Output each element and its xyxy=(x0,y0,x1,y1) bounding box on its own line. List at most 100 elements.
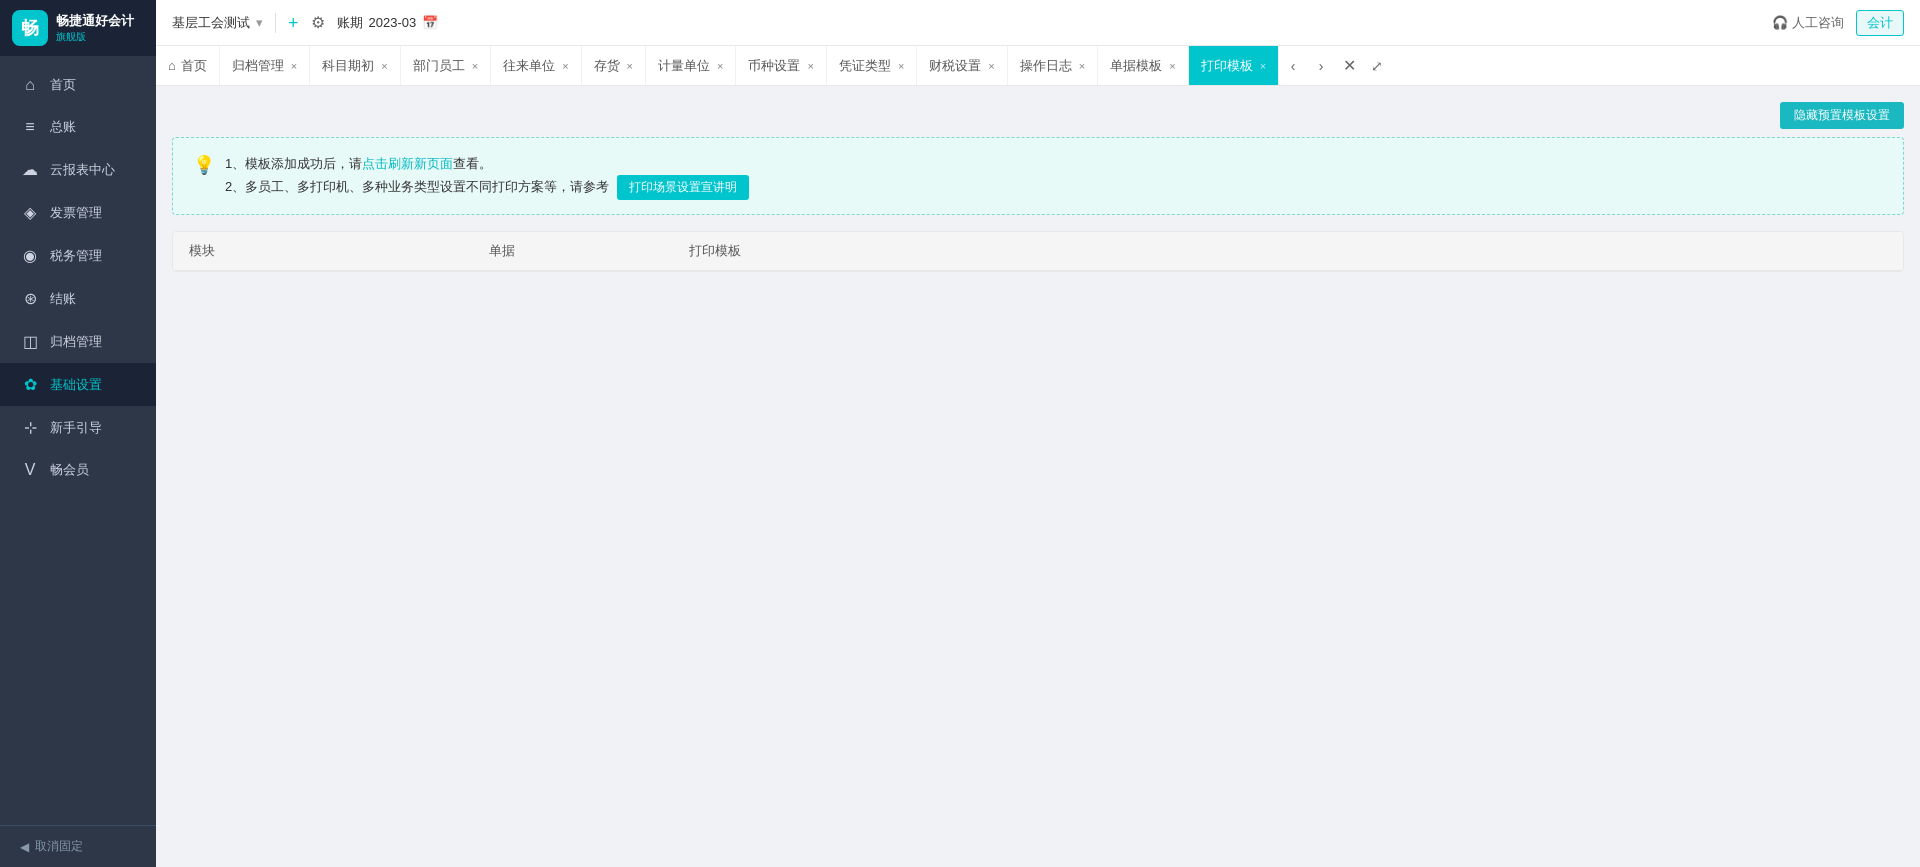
tab-close-slip-template[interactable]: × xyxy=(1169,60,1175,72)
tab-expand-button[interactable]: ⤢ xyxy=(1363,46,1391,85)
sidebar-item-reports[interactable]: ☁ 云报表中心 xyxy=(0,148,156,191)
tab-close-department[interactable]: × xyxy=(472,60,478,72)
hide-preset-button[interactable]: 隐藏预置模板设置 xyxy=(1780,102,1904,129)
tab-label-home: 首页 xyxy=(181,57,207,75)
unpin-label: 取消固定 xyxy=(35,838,83,855)
tab-label-tax-settings: 财税设置 xyxy=(929,57,981,75)
tab-close-print-template[interactable]: × xyxy=(1260,60,1266,72)
sidebar-item-home[interactable]: ⌂ 首页 xyxy=(0,64,156,106)
column-module: 模块 xyxy=(173,242,473,260)
sidebar: 畅 畅捷通好会计 旗舰版 ⌂ 首页 ≡ 总账 ☁ 云报表中心 ◈ 发票管理 ◉ … xyxy=(0,0,156,867)
nav-label-close: 结账 xyxy=(50,290,76,308)
nav-icon-member: V xyxy=(20,461,40,479)
company-selector[interactable]: 基层工会测试 ▾ xyxy=(172,14,263,32)
company-name: 基层工会测试 xyxy=(172,14,250,32)
banner-line1: 1、模板添加成功后，请点击刷新新页面查看。 xyxy=(225,152,1883,175)
tab-close-tax-settings[interactable]: × xyxy=(988,60,994,72)
tab-voucher-type[interactable]: 凭证类型× xyxy=(827,46,917,85)
nav-label-invoice: 发票管理 xyxy=(50,204,102,222)
nav-label-member: 畅会员 xyxy=(50,461,89,479)
nav-icon-settings: ✿ xyxy=(20,375,40,394)
tab-inventory[interactable]: 存货 × xyxy=(582,46,646,85)
table-header: 模块 单据 打印模板 xyxy=(173,232,1903,271)
headset-icon: 🎧 xyxy=(1772,15,1788,30)
nav-label-home: 首页 xyxy=(50,76,76,94)
unpin-button[interactable]: ◀ 取消固定 xyxy=(0,825,156,867)
logo-icon: 畅 xyxy=(12,10,48,46)
tab-close-counter-party[interactable]: × xyxy=(562,60,568,72)
print-scene-button[interactable]: 打印场景设置宣讲明 xyxy=(617,175,749,200)
tab-department[interactable]: 部门员工× xyxy=(401,46,491,85)
customer-service-button[interactable]: 🎧 人工咨询 xyxy=(1772,14,1844,32)
tab-close-op-log[interactable]: × xyxy=(1079,60,1085,72)
period-value: 2023-03 xyxy=(369,15,417,30)
tab-label-slip-template: 单据模板 xyxy=(1110,57,1162,75)
logo-subtitle: 旗舰版 xyxy=(56,30,134,44)
nav-icon-tax: ◉ xyxy=(20,246,40,265)
column-template: 打印模板 xyxy=(673,242,1903,260)
tab-scroll-right-button[interactable]: › xyxy=(1307,46,1335,85)
tab-archive-mgr[interactable]: 归档管理 × xyxy=(220,46,310,85)
tab-counter-party[interactable]: 往来单位× xyxy=(491,46,581,85)
sidebar-item-tax[interactable]: ◉ 税务管理 xyxy=(0,234,156,277)
sidebar-item-close[interactable]: ⊛ 结账 xyxy=(0,277,156,320)
tab-op-log[interactable]: 操作日志 × xyxy=(1008,46,1098,85)
nav-icon-reports: ☁ xyxy=(20,160,40,179)
bulb-icon: 💡 xyxy=(193,154,215,176)
logo-text: 畅捷通好会计 旗舰版 xyxy=(56,12,134,44)
sidebar-item-member[interactable]: V 畅会员 xyxy=(0,449,156,491)
topbar: 基层工会测试 ▾ + ⚙ 账期 2023-03 📅 🎧 人工咨询 会计 xyxy=(156,0,1920,46)
tab-label-op-log: 操作日志 xyxy=(1020,57,1072,75)
nav-label-tax: 税务管理 xyxy=(50,247,102,265)
tab-close-subject-init[interactable]: × xyxy=(381,60,387,72)
tab-subject-init[interactable]: 科目期初× xyxy=(310,46,400,85)
tab-close-currency[interactable]: × xyxy=(807,60,813,72)
tab-slip-template[interactable]: 单据模板 × xyxy=(1098,46,1188,85)
banner-text: 1、模板添加成功后，请点击刷新新页面查看。 2、多员工、多打印机、多种业务类型设… xyxy=(225,152,1883,200)
tab-currency[interactable]: 币种设置 × xyxy=(736,46,826,85)
account-badge[interactable]: 会计 xyxy=(1856,10,1904,36)
tab-print-template[interactable]: 打印模板 × xyxy=(1189,46,1279,85)
banner-line2: 2、多员工、多打印机、多种业务类型设置不同打印方案等，请参考 打印场景设置宣讲明 xyxy=(225,175,1883,200)
nav-icon-guide: ⊹ xyxy=(20,418,40,437)
tab-label-unit: 计量单位 xyxy=(658,57,710,75)
tab-label-inventory: 存货 xyxy=(594,57,620,75)
add-tab-button[interactable]: + xyxy=(288,14,299,32)
period-label: 账期 xyxy=(337,14,363,32)
column-slip: 单据 xyxy=(473,242,673,260)
tab-close-inventory[interactable]: × xyxy=(627,60,633,72)
main-area: 基层工会测试 ▾ + ⚙ 账期 2023-03 📅 🎧 人工咨询 会计 ⌂首页归… xyxy=(156,0,1920,867)
service-label: 人工咨询 xyxy=(1792,14,1844,32)
sidebar-nav: ⌂ 首页 ≡ 总账 ☁ 云报表中心 ◈ 发票管理 ◉ 税务管理 ⊛ 结账 ◫ 归… xyxy=(0,56,156,825)
tab-close-voucher-type[interactable]: × xyxy=(898,60,904,72)
tab-tax-settings[interactable]: 财税设置 × xyxy=(917,46,1007,85)
banner-line1-prefix: 1、模板添加成功后，请 xyxy=(225,156,362,171)
sidebar-item-invoice[interactable]: ◈ 发票管理 xyxy=(0,191,156,234)
sidebar-item-guide[interactable]: ⊹ 新手引导 xyxy=(0,406,156,449)
topbar-settings-icon[interactable]: ⚙ xyxy=(311,13,325,32)
tab-home[interactable]: ⌂首页 xyxy=(156,46,220,85)
nav-label-guide: 新手引导 xyxy=(50,419,102,437)
tab-close-unit[interactable]: × xyxy=(717,60,723,72)
tab-label-currency: 币种设置 xyxy=(748,57,800,75)
tab-unit[interactable]: 计量单位 × xyxy=(646,46,736,85)
content-topright: 隐藏预置模板设置 xyxy=(172,102,1904,129)
nav-label-ledger: 总账 xyxy=(50,118,76,136)
tab-label-archive-mgr: 归档管理 xyxy=(232,57,284,75)
sidebar-item-settings[interactable]: ✿ 基础设置 xyxy=(0,363,156,406)
topbar-divider xyxy=(275,13,276,33)
sidebar-item-archive[interactable]: ◫ 归档管理 xyxy=(0,320,156,363)
refresh-link[interactable]: 点击刷新新页面 xyxy=(362,156,453,171)
logo-title: 畅捷通好会计 xyxy=(56,12,134,30)
tab-close-archive-mgr[interactable]: × xyxy=(291,60,297,72)
print-template-table: 模块 单据 打印模板 xyxy=(172,231,1904,272)
tab-label-print-template: 打印模板 xyxy=(1201,57,1253,75)
banner-line2-prefix: 2、多员工、多打印机、多种业务类型设置不同打印方案等，请参考 xyxy=(225,179,609,194)
nav-icon-home: ⌂ xyxy=(20,76,40,94)
tab-close-all-button[interactable]: ✕ xyxy=(1335,46,1363,85)
sidebar-item-ledger[interactable]: ≡ 总账 xyxy=(0,106,156,148)
calendar-icon[interactable]: 📅 xyxy=(422,15,438,30)
tab-scroll-left-button[interactable]: ‹ xyxy=(1279,46,1307,85)
nav-label-archive: 归档管理 xyxy=(50,333,102,351)
company-dropdown-icon: ▾ xyxy=(256,15,263,30)
